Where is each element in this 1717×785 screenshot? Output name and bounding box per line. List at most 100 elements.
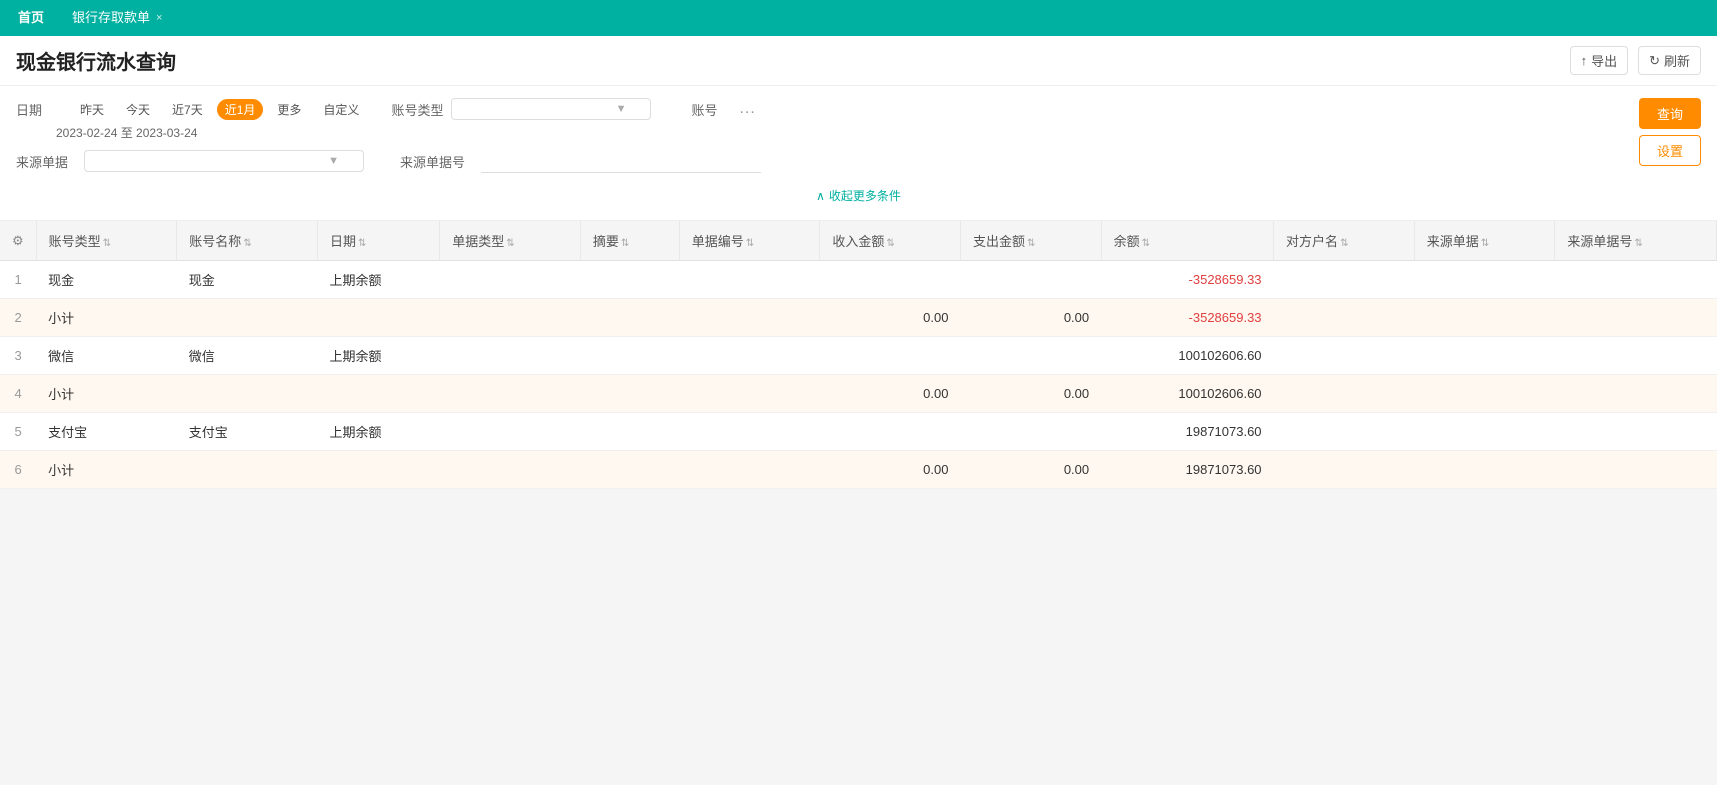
balance-negative: -3528659.33	[1189, 272, 1262, 287]
date-opt-昨天[interactable]: 昨天	[72, 99, 112, 120]
sort-icon-income: ⇅	[886, 238, 894, 249]
filter-section-right: 账号类型 ▼ 账号 ...	[391, 98, 755, 120]
col-label-counterpart: 对方户名	[1286, 234, 1338, 249]
account-dots[interactable]: ...	[739, 100, 755, 118]
table-row: 5支付宝支付宝上期余额19871073.60	[0, 413, 1717, 451]
col-header-account_name[interactable]: 账号名称⇅	[177, 221, 318, 261]
cell-income	[820, 413, 961, 451]
table-row: 6小计0.000.0019871073.60	[0, 451, 1717, 489]
col-header-balance[interactable]: 余额⇅	[1101, 221, 1273, 261]
cell-doc_type	[440, 451, 581, 489]
sort-icon-account_name: ⇅	[243, 238, 251, 249]
col-header-counterpart[interactable]: 对方户名⇅	[1274, 221, 1415, 261]
sort-icon-expense: ⇅	[1027, 238, 1035, 249]
filter-main: 日期 昨天今天近7天近1月更多自定义 账号类型 ▼ 账号	[16, 98, 1701, 183]
source-doc-label: 来源单据	[16, 152, 68, 171]
cell-settings: 5	[0, 413, 36, 451]
cell-account_type: 小计	[36, 299, 177, 337]
nav-tab-4[interactable]: 银行存取款单×	[58, 0, 202, 36]
date-opt-今天[interactable]: 今天	[118, 99, 158, 120]
settings-button[interactable]: 设置	[1639, 135, 1701, 166]
filter-area: 日期 昨天今天近7天近1月更多自定义 账号类型 ▼ 账号	[0, 86, 1717, 221]
col-label-income: 收入金额	[832, 234, 884, 249]
cell-summary	[580, 375, 679, 413]
account-type-select[interactable]: ▼	[451, 98, 651, 120]
date-opt-更多[interactable]: 更多	[269, 99, 309, 120]
account-label: 账号	[691, 100, 731, 119]
cell-doc_type	[440, 413, 581, 451]
header-actions: ↑ 导出 ↻ 刷新	[1570, 46, 1701, 75]
cell-expense: 0.00	[960, 299, 1101, 337]
cell-balance: -3528659.33	[1101, 299, 1273, 337]
cell-balance: 100102606.60	[1101, 337, 1273, 375]
date-opt-近7天[interactable]: 近7天	[164, 99, 211, 120]
cell-settings: 6	[0, 451, 36, 489]
refresh-label: 刷新	[1664, 51, 1690, 70]
cell-account_name: 支付宝	[177, 413, 318, 451]
cell-settings: 3	[0, 337, 36, 375]
col-label-expense: 支出金额	[973, 234, 1025, 249]
table-header: ⚙账号类型⇅账号名称⇅日期⇅单据类型⇅摘要⇅单据编号⇅收入金额⇅支出金额⇅余额⇅…	[0, 221, 1717, 261]
date-opt-近1月[interactable]: 近1月	[217, 99, 264, 120]
cell-doc_no	[679, 299, 820, 337]
table-settings-icon[interactable]: ⚙	[12, 233, 24, 248]
collapse-bar[interactable]: ∧ 收起更多条件	[16, 183, 1701, 208]
cell-account_name: 现金	[177, 261, 318, 299]
cell-expense	[960, 261, 1101, 299]
cell-account_type: 支付宝	[36, 413, 177, 451]
cell-summary	[580, 337, 679, 375]
col-header-doc_type[interactable]: 单据类型⇅	[440, 221, 581, 261]
table-row: 2小计0.000.00-3528659.33	[0, 299, 1717, 337]
cell-expense	[960, 337, 1101, 375]
cell-doc_type	[440, 375, 581, 413]
col-header-source_doc[interactable]: 来源单据⇅	[1414, 221, 1555, 261]
col-label-account_type: 账号类型	[49, 234, 101, 249]
cell-source_doc	[1414, 413, 1555, 451]
cell-account_type: 小计	[36, 375, 177, 413]
balance-negative: -3528659.33	[1189, 310, 1262, 325]
cell-source_doc_no	[1555, 337, 1717, 375]
cell-account_name: 微信	[177, 337, 318, 375]
cell-date	[317, 375, 439, 413]
col-header-summary[interactable]: 摘要⇅	[580, 221, 679, 261]
cell-source_doc	[1414, 299, 1555, 337]
page-title: 现金银行流水查询	[16, 46, 176, 75]
cell-source_doc	[1414, 337, 1555, 375]
cell-source_doc_no	[1555, 451, 1717, 489]
col-header-income[interactable]: 收入金额⇅	[820, 221, 961, 261]
nav-home[interactable]: 首页	[4, 0, 58, 36]
col-header-source_doc_no[interactable]: 来源单据号⇅	[1555, 221, 1717, 261]
filter-left: 日期 昨天今天近7天近1月更多自定义 账号类型 ▼ 账号	[16, 98, 1619, 183]
source-doc-no-input[interactable]	[481, 149, 761, 173]
nav-tab-close-4[interactable]: ×	[156, 0, 162, 36]
col-header-settings: ⚙	[0, 221, 36, 261]
cell-account_name	[177, 375, 318, 413]
export-button[interactable]: ↑ 导出	[1570, 46, 1629, 75]
col-header-expense[interactable]: 支出金额⇅	[960, 221, 1101, 261]
cell-source_doc_no	[1555, 375, 1717, 413]
cell-source_doc_no	[1555, 413, 1717, 451]
query-button[interactable]: 查询	[1639, 98, 1701, 129]
table-body: 1现金现金上期余额-3528659.332小计0.000.00-3528659.…	[0, 261, 1717, 489]
col-header-account_type[interactable]: 账号类型⇅	[36, 221, 177, 261]
cell-doc_type	[440, 299, 581, 337]
data-table-wrapper: ⚙账号类型⇅账号名称⇅日期⇅单据类型⇅摘要⇅单据编号⇅收入金额⇅支出金额⇅余额⇅…	[0, 221, 1717, 489]
filter-row-2: 来源单据 ▼ 来源单据号	[16, 149, 1619, 173]
col-header-date[interactable]: 日期⇅	[317, 221, 439, 261]
cell-date: 上期余额	[317, 337, 439, 375]
col-header-doc_no[interactable]: 单据编号⇅	[679, 221, 820, 261]
cell-doc_no	[679, 375, 820, 413]
sort-icon-source_doc: ⇅	[1481, 238, 1489, 249]
sort-icon-source_doc_no: ⇅	[1634, 238, 1642, 249]
cell-doc_type	[440, 261, 581, 299]
refresh-button[interactable]: ↻ 刷新	[1638, 46, 1701, 75]
cell-account_type: 小计	[36, 451, 177, 489]
export-label: 导出	[1591, 51, 1617, 70]
date-range-display: 2023-02-24 至 2023-03-24	[56, 126, 197, 140]
date-opt-自定义[interactable]: 自定义	[315, 99, 367, 120]
sort-icon-doc_no: ⇅	[746, 238, 754, 249]
cell-income: 0.00	[820, 375, 961, 413]
account-type-label: 账号类型	[391, 100, 443, 119]
source-doc-select[interactable]: ▼	[84, 150, 364, 172]
cell-expense	[960, 413, 1101, 451]
